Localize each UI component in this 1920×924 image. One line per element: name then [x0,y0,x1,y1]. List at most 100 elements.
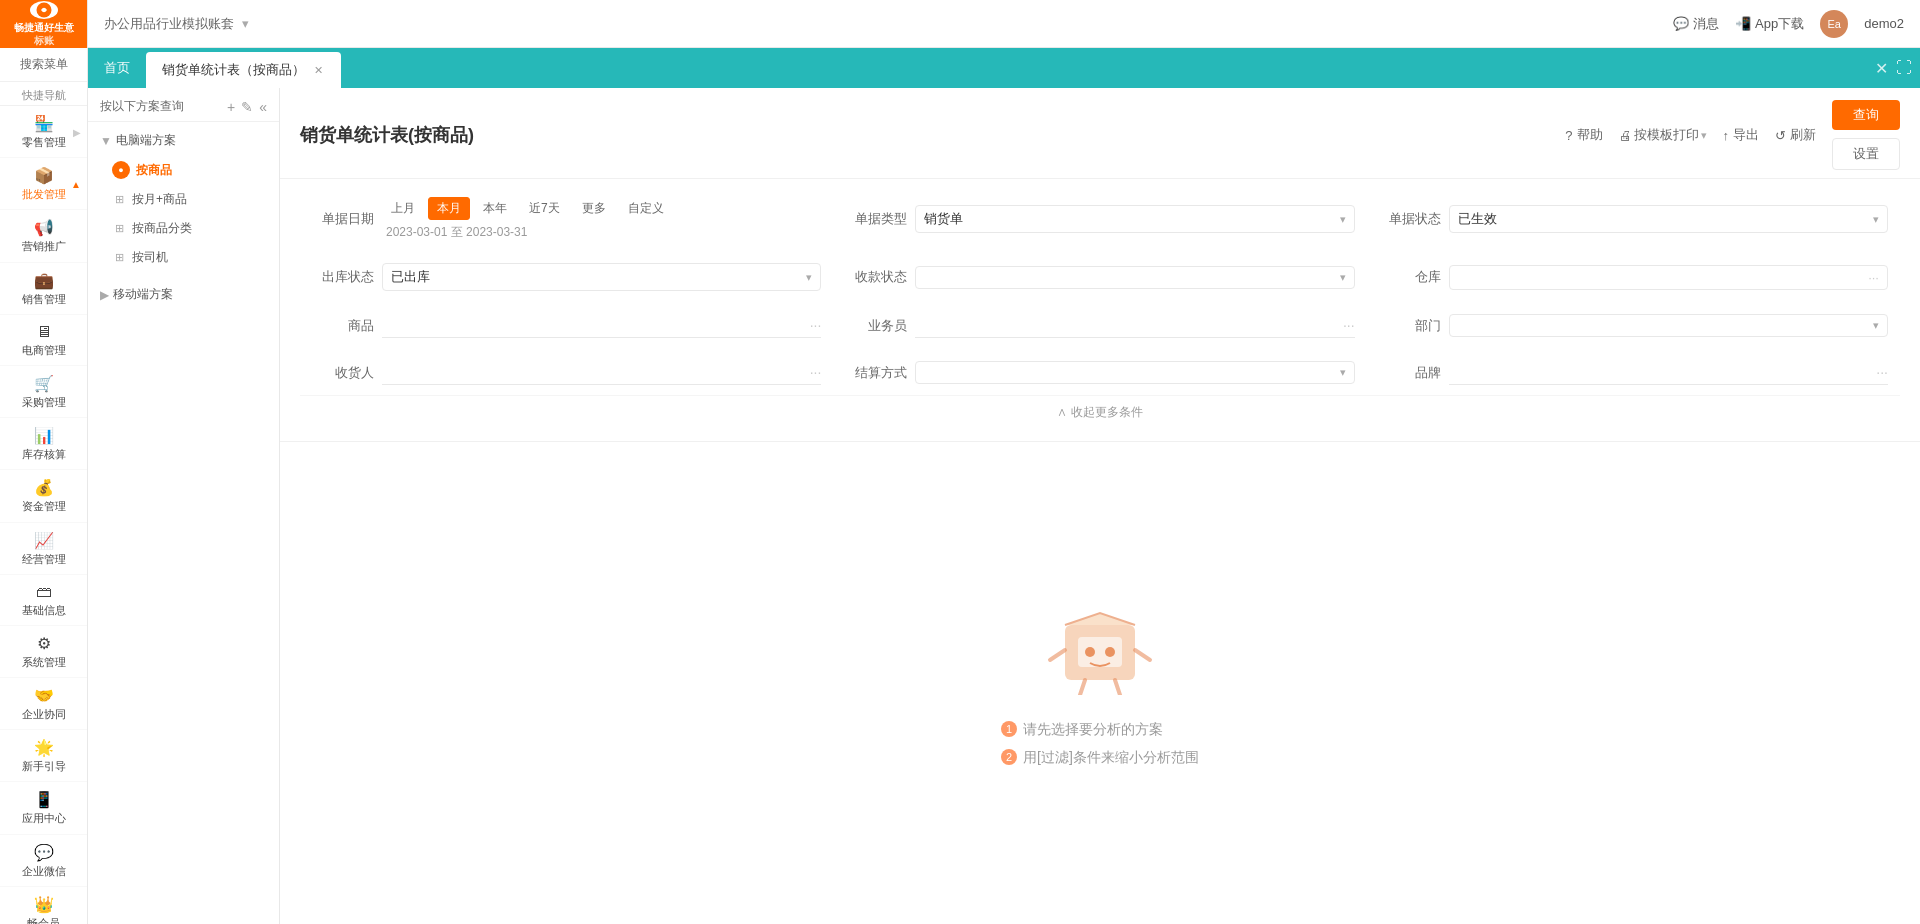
svg-line-7 [1080,680,1085,695]
scheme-grid-icon-1: ⊞ [112,193,126,207]
sidebar-item-purchase[interactable]: 🛒 采购管理 [0,366,87,418]
scheme-item-by-category[interactable]: ⊞ 按商品分类 [88,214,279,243]
tab-sales-stat[interactable]: 销货单统计表（按商品） ✕ [146,52,341,88]
sidebar-item-inventory[interactable]: 📊 库存核算 [0,418,87,470]
sidebar-item-newbie[interactable]: 🌟 新手引导 [0,730,87,782]
date-btn-7days[interactable]: 近7天 [520,197,569,220]
scheme-group-mobile-header[interactable]: ▶ 移动端方案 [88,280,279,309]
quick-nav[interactable]: 快捷导航 [0,82,87,106]
tab-close-btn[interactable]: ✕ [311,63,325,77]
brand-input[interactable]: ··· [1449,360,1888,385]
app-subtitle: 标账 [34,34,54,47]
sidebar-item-retail[interactable]: 🏪 零售管理 ▶ [0,106,87,158]
scheme-item-by-product[interactable]: ● 按商品 [88,155,279,185]
sidebar-item-operations[interactable]: 📈 经营管理 [0,523,87,575]
storagestatus-value: 已出库 [391,268,806,286]
sidebar-item-marketing-label: 营销推广 [22,240,66,253]
salesperson-input[interactable]: ··· [915,313,1354,338]
date-label: 单据日期 [312,210,382,228]
sidebar-item-marketing[interactable]: 📢 营销推广 [0,210,87,262]
scheme-by-product-label: 按商品 [136,162,172,179]
sidebar-item-appcenter[interactable]: 📱 应用中心 [0,782,87,834]
brand-dots: ··· [1876,364,1888,380]
desktop-group-arrow-icon: ▼ [100,134,112,148]
storagestatus-control: 已出库 ▾ [382,263,821,291]
recipient-input[interactable]: ··· [382,360,821,385]
left-panel-header: 按以下方案查询 + ✎ « [88,88,279,122]
filter-cell-doctype: 单据类型 销货单 ▾ [833,191,1366,247]
receiptstatus-select[interactable]: ▾ [915,266,1354,289]
app-logo: 畅捷通好生意 标账 [0,0,87,48]
recipient-dots: ··· [810,364,822,380]
collapse-more-btn[interactable]: ∧ 收起更多条件 [300,395,1900,429]
collapse-panel-btn[interactable]: « [259,99,267,115]
industry-dropdown-icon[interactable]: ▾ [242,16,249,31]
settlement-select[interactable]: ▾ [915,361,1354,384]
tab-close-all-icon[interactable]: ✕ [1875,59,1888,78]
scheme-item-by-month-product[interactable]: ⊞ 按月+商品 [88,185,279,214]
warehouse-input[interactable]: ··· [1449,265,1888,290]
desktop-group-label: 电脑端方案 [116,132,176,149]
help-btn[interactable]: ? 帮助 [1565,126,1602,144]
doctype-label: 单据类型 [845,210,915,228]
sidebar-item-wholesale[interactable]: 📦 批发管理 ▲ [0,158,87,210]
retail-arrow-icon: ▶ [73,126,81,137]
sidebar-item-finance[interactable]: 💰 资金管理 [0,470,87,522]
help-icon: ? [1565,128,1572,143]
date-btn-more[interactable]: 更多 [573,197,615,220]
sidebar-item-member[interactable]: 👑 畅会员 [0,887,87,924]
tab-maximize-icon[interactable]: ⛶ [1896,59,1912,77]
dept-select[interactable]: ▾ [1449,314,1888,337]
settings-btn[interactable]: 设置 [1832,138,1900,170]
storagestatus-select[interactable]: 已出库 ▾ [382,263,821,291]
recipient-control: ··· [382,360,821,385]
export-btn[interactable]: ↑ 导出 [1723,126,1760,144]
add-scheme-btn[interactable]: + [227,99,235,115]
filter-row-2: 出库状态 已出库 ▾ 收款状态 [300,257,1900,297]
doctype-select[interactable]: 销货单 ▾ [915,205,1354,233]
print-btn[interactable]: 🖨 按模板打印 ▾ [1619,126,1707,144]
page-header: 销货单统计表(按商品) ? 帮助 🖨 按模板打印 ▾ ↑ 导出 [280,88,1920,179]
date-btn-this-year[interactable]: 本年 [474,197,516,220]
scheme-grid-icon-3: ⊞ [112,251,126,265]
sidebar-item-base-label: 基础信息 [22,604,66,617]
print-dropdown-icon[interactable]: ▾ [1701,129,1707,142]
sidebar-item-base[interactable]: 🗃 基础信息 [0,575,87,626]
collapse-label: ∧ 收起更多条件 [1057,405,1142,419]
sidebar-item-wechat[interactable]: 💬 企业微信 [0,835,87,887]
sidebar-item-member-label: 畅会员 [27,917,60,924]
query-btn[interactable]: 查询 [1832,100,1900,130]
filter-cell-settlement: 结算方式 ▾ [833,354,1366,391]
edit-scheme-btn[interactable]: ✎ [241,99,253,115]
user-avatar[interactable]: Ea [1820,10,1848,38]
doctype-value: 销货单 [924,210,1339,228]
sidebar-item-ecommerce[interactable]: 🖥 电商管理 [0,315,87,366]
date-btn-custom[interactable]: 自定义 [619,197,673,220]
product-input[interactable]: ··· [382,313,821,338]
sidebar-item-system[interactable]: ⚙ 系统管理 [0,626,87,678]
date-btn-last-month[interactable]: 上月 [382,197,424,220]
messages-btn[interactable]: 💬 消息 [1673,15,1719,33]
app-download-btn[interactable]: 📲 App下载 [1735,15,1804,33]
warehouse-dots: ··· [1868,270,1879,285]
refresh-btn[interactable]: ↺ 刷新 [1775,126,1816,144]
sidebar-item-system-label: 系统管理 [22,656,66,669]
left-panel: 按以下方案查询 + ✎ « ▼ 电脑端方案 ● 按商品 [88,88,280,924]
sidebar-item-enterprise-label: 企业协同 [22,708,66,721]
svg-point-4 [1105,647,1115,657]
sidebar-item-newbie-label: 新手引导 [22,760,66,773]
app-name: 畅捷通好生意 [14,21,74,34]
tab-home[interactable]: 首页 [88,48,146,88]
product-control: ··· [382,313,821,338]
sidebar-item-sales[interactable]: 💼 销售管理 [0,263,87,315]
filter-row-3: 商品 ··· 业务员 [300,307,1900,344]
scheme-item-by-cashier[interactable]: ⊞ 按司机 [88,243,279,272]
empty-illustration [1040,595,1160,695]
docstatus-select[interactable]: 已生效 ▾ [1449,205,1888,233]
retail-icon: 🏪 [34,114,54,133]
sidebar-item-enterprise[interactable]: 🤝 企业协同 [0,678,87,730]
date-btn-this-month[interactable]: 本月 [428,197,470,220]
scheme-group-desktop-header[interactable]: ▼ 电脑端方案 [88,126,279,155]
industry-name: 办公用品行业模拟账套 [104,15,234,33]
search-menu[interactable]: 搜索菜单 [0,48,87,82]
